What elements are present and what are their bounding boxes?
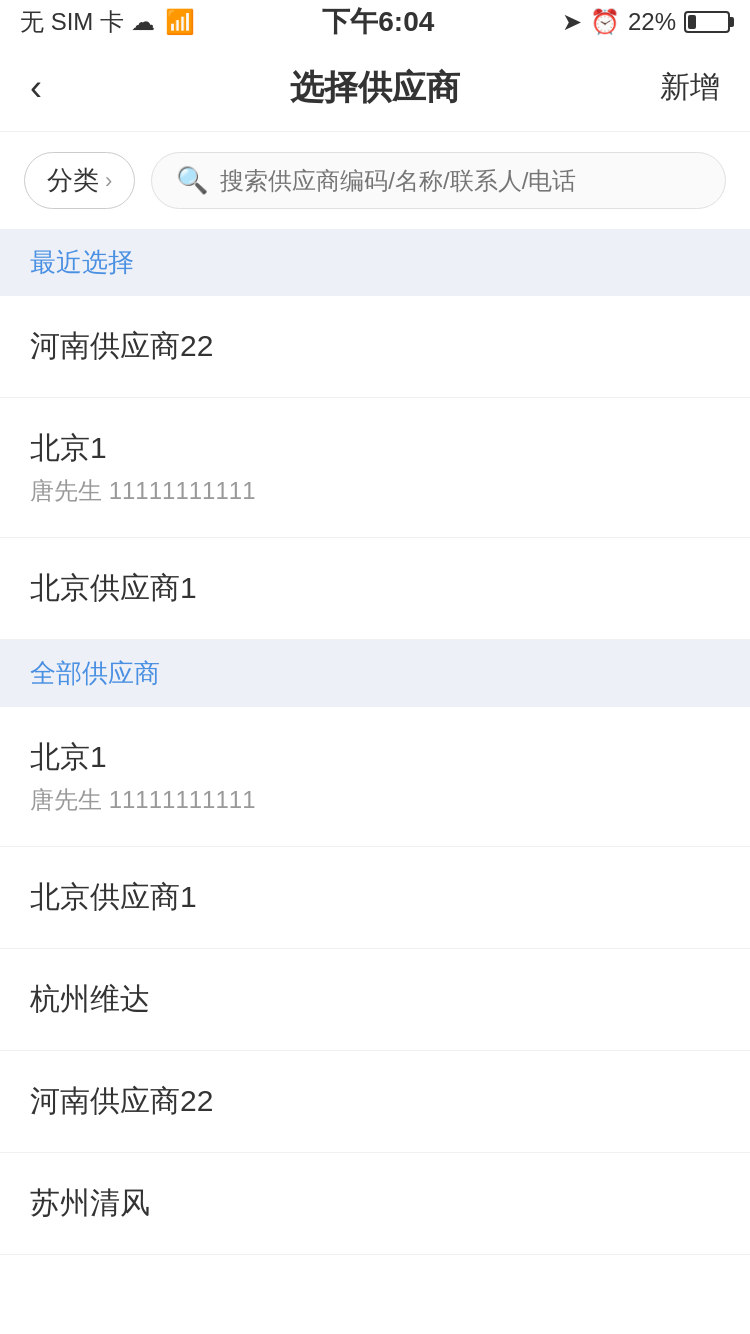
filter-bar: 分类 › 🔍 — [0, 132, 750, 229]
item-name: 杭州维达 — [30, 979, 720, 1020]
section-header-recent: 最近选择 — [0, 229, 750, 296]
list-item[interactable]: 苏州清风 — [0, 1153, 750, 1255]
status-time: 下午6:04 — [322, 3, 434, 41]
list-item[interactable]: 河南供应商22 — [0, 1051, 750, 1153]
nav-bar: ‹ 选择供应商 新增 — [0, 44, 750, 132]
status-bar: 无 SIM 卡 ☁ 📶 下午6:04 ➤ ⏰ 22% — [0, 0, 750, 44]
list-item[interactable]: 北京供应商1 — [0, 847, 750, 949]
battery-icon — [684, 11, 730, 33]
wifi-icon: 📶 — [165, 8, 195, 36]
status-left: 无 SIM 卡 ☁ 📶 — [20, 6, 195, 38]
add-button[interactable]: 新增 — [660, 67, 720, 108]
category-button[interactable]: 分类 › — [24, 152, 135, 209]
list-item[interactable]: 杭州维达 — [0, 949, 750, 1051]
item-name: 北京1 — [30, 737, 720, 778]
section-title-all: 全部供应商 — [30, 658, 160, 688]
search-box[interactable]: 🔍 — [151, 152, 726, 209]
sections-container: 最近选择河南供应商22 北京1 唐先生 11111111111 北京供应商1 全部供应商… — [0, 229, 750, 1255]
location-icon: ➤ — [562, 8, 582, 36]
search-icon: 🔍 — [176, 165, 208, 196]
sim-label: 无 SIM 卡 ☁ — [20, 6, 155, 38]
back-button[interactable]: ‹ — [30, 67, 90, 109]
item-name: 河南供应商22 — [30, 326, 720, 367]
item-sub: 唐先生 11111111111 — [30, 475, 720, 507]
list-item[interactable]: 北京供应商1 — [0, 538, 750, 640]
list-item[interactable]: 北京1 唐先生 11111111111 — [0, 707, 750, 847]
section-title-recent: 最近选择 — [30, 247, 134, 277]
list-item[interactable]: 河南供应商22 — [0, 296, 750, 398]
battery-percent: 22% — [628, 8, 676, 36]
section-header-all: 全部供应商 — [0, 640, 750, 707]
category-label: 分类 — [47, 163, 99, 198]
status-right: ➤ ⏰ 22% — [562, 8, 730, 36]
item-sub: 唐先生 11111111111 — [30, 784, 720, 816]
item-name: 河南供应商22 — [30, 1081, 720, 1122]
page-title: 选择供应商 — [290, 65, 460, 111]
item-name: 苏州清风 — [30, 1183, 720, 1224]
item-name: 北京供应商1 — [30, 568, 720, 609]
list-item[interactable]: 北京1 唐先生 11111111111 — [0, 398, 750, 538]
alarm-icon: ⏰ — [590, 8, 620, 36]
chevron-right-icon: › — [105, 168, 112, 194]
search-input[interactable] — [220, 167, 701, 195]
item-name: 北京供应商1 — [30, 877, 720, 918]
item-name: 北京1 — [30, 428, 720, 469]
